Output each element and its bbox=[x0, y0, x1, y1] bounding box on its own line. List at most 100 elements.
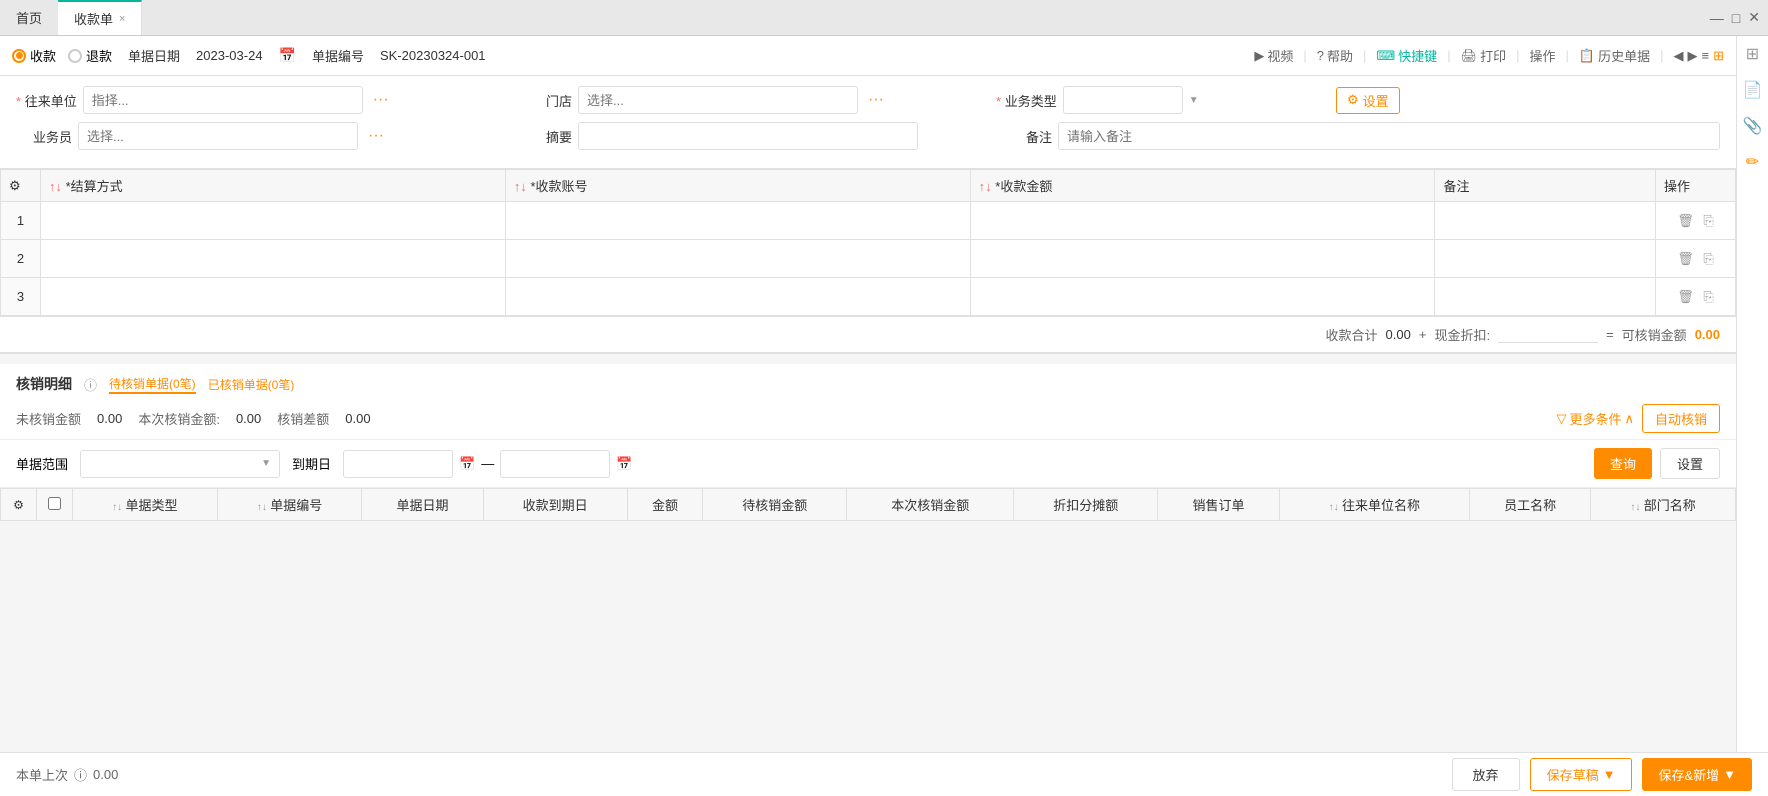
table-row: 2 🗑 ⎘ bbox=[1, 240, 1736, 278]
partner-more-btn[interactable]: ··· bbox=[369, 91, 393, 109]
cell-settlement-1[interactable] bbox=[41, 202, 506, 240]
delete-icon-2[interactable]: 🗑 bbox=[1677, 251, 1694, 266]
discount-input[interactable] bbox=[1498, 327, 1598, 343]
footer-right: 放弃 保存草稿 ▼ 保存&新增 ▼ bbox=[1452, 758, 1752, 791]
calendar-from-icon[interactable]: 📅 bbox=[459, 456, 475, 472]
radio-receive[interactable]: 收款 bbox=[12, 46, 56, 65]
sidebar-clip-icon[interactable]: 📎 bbox=[1743, 116, 1763, 136]
biz-type-chevron[interactable]: ▼ bbox=[1189, 95, 1199, 106]
footer-info-icon[interactable]: ⓘ bbox=[74, 765, 87, 784]
cell-amount-3[interactable] bbox=[970, 278, 1435, 316]
done-tab[interactable]: 已核销单据(0笔) bbox=[208, 376, 295, 393]
bottom-col-checkbox[interactable] bbox=[37, 489, 73, 521]
delete-icon-3[interactable]: 🗑 bbox=[1677, 289, 1694, 304]
query-row: 单据范围 ▼ 到期日 2022-04-01 📅 — 2022-04-12 📅 查… bbox=[0, 439, 1736, 488]
cell-amount-1[interactable] bbox=[970, 202, 1435, 240]
col-amount: ↑↓ *收款金额 bbox=[970, 170, 1435, 202]
cell-remark-1[interactable] bbox=[1435, 202, 1656, 240]
equals-sign: = bbox=[1606, 327, 1614, 342]
radio-refund[interactable]: 退款 bbox=[68, 46, 112, 65]
save-new-dropdown-icon[interactable]: ▼ bbox=[1723, 767, 1736, 782]
remark-input[interactable] bbox=[1058, 122, 1720, 150]
shortcut-btn[interactable]: ⌨ 快捷键 bbox=[1376, 46, 1437, 65]
writeoff-info-icon[interactable]: ⓘ bbox=[84, 375, 97, 394]
delete-icon-1[interactable]: 🗑 bbox=[1677, 213, 1694, 228]
col-settings[interactable]: ⚙ bbox=[1, 170, 41, 202]
calendar-to-icon[interactable]: 📅 bbox=[616, 456, 632, 472]
operations-btn[interactable]: 操作 bbox=[1530, 46, 1556, 65]
staff-input[interactable] bbox=[78, 122, 358, 150]
copy-icon-3[interactable]: ⎘ bbox=[1703, 289, 1713, 304]
maximize-icon[interactable]: □ bbox=[1732, 10, 1740, 26]
staff-label: 业务员 bbox=[16, 127, 72, 146]
more-conditions-btn[interactable]: ▽ 更多条件 ∧ bbox=[1556, 409, 1634, 428]
radio-dot-receive bbox=[12, 49, 26, 63]
biz-type-input[interactable]: 预收款 bbox=[1063, 86, 1183, 114]
summary-field: 摘要 bbox=[516, 122, 956, 150]
save-new-btn[interactable]: 保存&新增 ▼ bbox=[1642, 758, 1752, 791]
query-btn[interactable]: 查询 bbox=[1594, 448, 1652, 479]
cell-account-3[interactable] bbox=[505, 278, 970, 316]
summary-input[interactable] bbox=[578, 122, 918, 150]
table-wrap: ⚙ ↑↓ *结算方式 ↑↓ *收款账号 ↑↓ *收款金额 备注 bbox=[0, 169, 1736, 316]
remark-label: 备注 bbox=[996, 127, 1052, 146]
bottom-col-settings[interactable]: ⚙ bbox=[1, 489, 37, 521]
partner-input[interactable] bbox=[83, 86, 363, 114]
view-icons: ◀ ▶ ≡ ⊞ bbox=[1674, 48, 1725, 64]
query-settings-btn[interactable]: 设置 bbox=[1660, 448, 1720, 479]
view-next-icon[interactable]: ▶ bbox=[1688, 48, 1698, 64]
tab-home[interactable]: 首页 bbox=[0, 0, 58, 35]
cell-settlement-2[interactable] bbox=[41, 240, 506, 278]
save-draft-btn[interactable]: 保存草稿 ▼ bbox=[1530, 758, 1633, 791]
shop-label: 门店 bbox=[516, 91, 572, 110]
abandon-btn[interactable]: 放弃 bbox=[1452, 758, 1520, 791]
cell-settlement-3[interactable] bbox=[41, 278, 506, 316]
copy-icon-2[interactable]: ⎘ bbox=[1703, 251, 1713, 266]
print-btn[interactable]: 🖨 打印 bbox=[1461, 46, 1507, 65]
save-draft-dropdown-icon[interactable]: ▼ bbox=[1603, 767, 1616, 782]
view-grid-icon[interactable]: ⊞ bbox=[1713, 48, 1724, 64]
bottom-col-pending-amount: 待核销金额 bbox=[703, 489, 847, 521]
table-row: 3 🗑 ⎘ bbox=[1, 278, 1736, 316]
pending-tab[interactable]: 待核销单据(0笔) bbox=[109, 375, 196, 394]
from-date-input[interactable]: 2022-04-01 bbox=[343, 450, 453, 478]
sidebar-table-icon[interactable]: ⊞ bbox=[1746, 44, 1759, 64]
shop-more-btn[interactable]: ··· bbox=[864, 91, 888, 109]
to-date-input[interactable]: 2022-04-12 bbox=[500, 450, 610, 478]
help-btn[interactable]: ? 帮助 bbox=[1317, 46, 1353, 65]
history-btn[interactable]: 📋 历史单据 bbox=[1579, 46, 1650, 65]
sidebar-doc-icon[interactable]: 📄 bbox=[1743, 80, 1763, 100]
shop-input[interactable] bbox=[578, 86, 858, 114]
cell-actions-3: 🗑 ⎘ bbox=[1656, 278, 1736, 316]
select-all-checkbox[interactable] bbox=[48, 497, 61, 510]
history-icon: 📋 bbox=[1579, 48, 1595, 64]
cell-actions-1: 🗑 ⎘ bbox=[1656, 202, 1736, 240]
video-btn[interactable]: ▶ 视频 bbox=[1254, 46, 1293, 65]
cell-remark-3[interactable] bbox=[1435, 278, 1656, 316]
cell-account-1[interactable] bbox=[505, 202, 970, 240]
form-settings-btn[interactable]: ⚙ 设置 bbox=[1336, 87, 1400, 114]
col-actions: 操作 bbox=[1656, 170, 1736, 202]
diff-label: 核销差额 bbox=[277, 409, 329, 428]
cell-remark-2[interactable] bbox=[1435, 240, 1656, 278]
range-select[interactable]: ▼ bbox=[80, 450, 280, 478]
auto-cancel-btn[interactable]: 自动核销 bbox=[1642, 404, 1720, 433]
tab-current[interactable]: 收款单 × bbox=[58, 0, 142, 35]
tab-close-icon[interactable]: × bbox=[119, 13, 125, 25]
data-table: ⚙ ↑↓ *结算方式 ↑↓ *收款账号 ↑↓ *收款金额 备注 bbox=[0, 169, 1736, 316]
form-row-1: * 往来单位 ··· 门店 ··· * 业务类型 预收款 ▼ ⚙ bbox=[16, 86, 1720, 114]
row-num-2: 2 bbox=[1, 240, 41, 278]
close-window-icon[interactable]: ✕ bbox=[1748, 9, 1760, 26]
plus-sign: + bbox=[1419, 327, 1427, 342]
cell-amount-2[interactable] bbox=[970, 240, 1435, 278]
copy-icon-1[interactable]: ⎘ bbox=[1703, 213, 1713, 228]
view-prev-icon[interactable]: ◀ bbox=[1674, 48, 1684, 64]
view-list-icon[interactable]: ≡ bbox=[1702, 48, 1710, 64]
this-cancel-value: 0.00 bbox=[236, 411, 261, 426]
calendar-icon[interactable]: 📅 bbox=[279, 47, 296, 64]
cell-account-2[interactable] bbox=[505, 240, 970, 278]
staff-more-btn[interactable]: ··· bbox=[364, 127, 388, 145]
biz-type-label: * 业务类型 bbox=[996, 91, 1057, 110]
minimize-icon[interactable]: — bbox=[1710, 10, 1724, 26]
sidebar-edit-icon[interactable]: ✏ bbox=[1746, 152, 1759, 172]
